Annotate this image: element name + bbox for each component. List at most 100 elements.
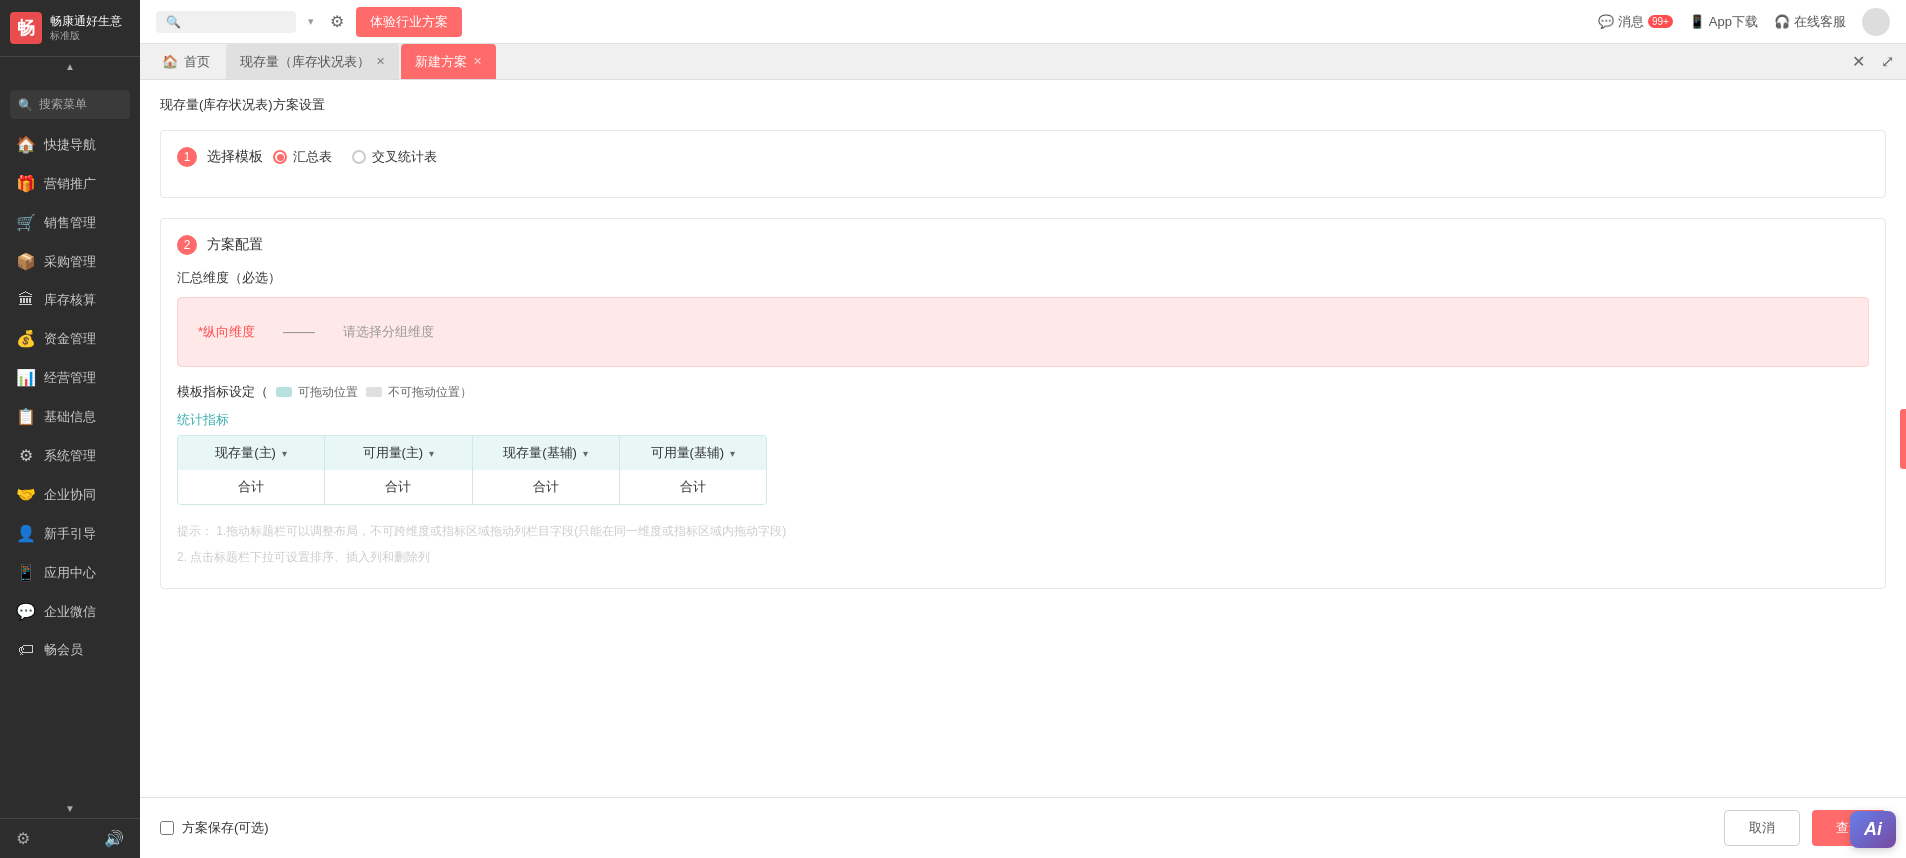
speaker-icon[interactable]: 🔊 <box>104 829 124 848</box>
sidebar-item-label: 经营管理 <box>44 369 96 387</box>
header-cell-current-main[interactable]: 现存量(主) ▾ <box>178 436 325 470</box>
topbar-dropdown-icon[interactable]: ▾ <box>308 15 314 28</box>
user-icon: 👤 <box>16 524 36 543</box>
sidebar-item-sales[interactable]: 🛒 销售管理 <box>0 203 140 242</box>
tag-icon: 🏷 <box>16 641 36 659</box>
main-area: 🔍 ▾ ⚙ 体验行业方案 💬 消息 99+ 📱 App下载 🎧 在线客服 <box>140 0 1906 858</box>
sidebar-item-wechat[interactable]: 💬 企业微信 <box>0 592 140 631</box>
stats-table-body: 合计 合计 合计 合计 <box>178 470 766 504</box>
tab-new-plan-label: 新建方案 <box>415 53 467 71</box>
tab-home[interactable]: 🏠 首页 <box>148 44 224 79</box>
sidebar-item-label: 基础信息 <box>44 408 96 426</box>
settings-bottom-icon[interactable]: ⚙ <box>16 829 30 848</box>
phone-icon: 📱 <box>1689 14 1705 29</box>
customer-service-button[interactable]: 🎧 在线客服 <box>1774 13 1846 31</box>
radio-cross-table[interactable]: 交叉统计表 <box>352 148 437 166</box>
tab-new-plan[interactable]: 新建方案 ✕ <box>401 44 496 79</box>
section2-header: 2 方案配置 <box>177 235 1869 255</box>
cancel-button[interactable]: 取消 <box>1724 810 1800 846</box>
header-cell-available-aux[interactable]: 可用量(基辅) ▾ <box>620 436 766 470</box>
section-plan-config: 2 方案配置 汇总维度（必选） *纵向维度 —— 请选择分组维度 模板指标设定（… <box>160 218 1886 589</box>
panel-title: 现存量(库存状况表)方案设置 <box>160 96 1886 114</box>
sidebar-item-label: 畅会员 <box>44 641 83 659</box>
search-menu-input[interactable]: 🔍 搜索菜单 <box>10 90 130 119</box>
industry-plan-button[interactable]: 体验行业方案 <box>356 7 462 37</box>
sidebar: 畅 畅康通好生意 标准版 ▲ 🔍 搜索菜单 🏠 快捷导航 🎁 营销推广 🛒 销售… <box>0 0 140 858</box>
sidebar-item-label: 新手引导 <box>44 525 96 543</box>
tab-bar: 🏠 首页 现存量（库存状况表） ✕ 新建方案 ✕ ✕ ⤢ <box>140 44 1906 80</box>
app-logo-icon: 畅 <box>10 12 42 44</box>
spacer <box>160 609 1886 629</box>
sidebar-item-label: 采购管理 <box>44 253 96 271</box>
header-available-main-label: 可用量(主) <box>363 444 424 462</box>
app-name: 畅康通好生意 标准版 <box>50 13 122 44</box>
legend-draggable-label: 可拖动位置 <box>298 384 358 401</box>
chevron-down-icon: ▾ <box>730 448 735 459</box>
sidebar-item-enterprise[interactable]: 🤝 企业协同 <box>0 475 140 514</box>
cell-subtotal-4: 合计 <box>620 470 766 504</box>
cell-subtotal-2: 合计 <box>325 470 472 504</box>
sidebar-item-membership[interactable]: 🏷 畅会员 <box>0 631 140 669</box>
section2-title: 方案配置 <box>207 236 263 254</box>
header-current-main-label: 现存量(主) <box>215 444 276 462</box>
sidebar-item-finance[interactable]: 💰 资金管理 <box>0 319 140 358</box>
dimension-placeholder: 请选择分组维度 <box>343 323 434 341</box>
stats-table: 现存量(主) ▾ 可用量(主) ▾ 现存量(基辅) ▾ 可用量(基辅) <box>177 435 767 505</box>
dimension-label: 汇总维度（必选） <box>177 269 1869 287</box>
chart-icon: 📊 <box>16 368 36 387</box>
scroll-down-arrow[interactable]: ▼ <box>0 799 140 818</box>
message-button[interactable]: 💬 消息 99+ <box>1598 13 1673 31</box>
tab-home-label: 首页 <box>184 53 210 71</box>
sidebar-item-label: 系统管理 <box>44 447 96 465</box>
section1-title: 选择模板 <box>207 148 263 166</box>
sidebar-item-purchase[interactable]: 📦 采购管理 <box>0 242 140 281</box>
sidebar-item-operations[interactable]: 📊 经营管理 <box>0 358 140 397</box>
tab-inventory-close-icon[interactable]: ✕ <box>376 55 385 68</box>
topbar-gear-icon[interactable]: ⚙ <box>330 12 344 31</box>
cart-icon: 🛒 <box>16 213 36 232</box>
sidebar-item-basic-info[interactable]: 📋 基础信息 <box>0 397 140 436</box>
legend-fixed-box <box>366 387 382 397</box>
sidebar-item-app-center[interactable]: 📱 应用中心 <box>0 553 140 592</box>
app-download-label: App下载 <box>1709 13 1758 31</box>
tab-expand-panel-button[interactable]: ⤢ <box>1877 50 1898 73</box>
tab-inventory-status[interactable]: 现存量（库存状况表） ✕ <box>226 44 399 79</box>
tab-new-plan-close-icon[interactable]: ✕ <box>473 55 482 68</box>
money-icon: 💰 <box>16 329 36 348</box>
template-radio-group: 汇总表 交叉统计表 <box>273 148 437 166</box>
sidebar-item-inventory[interactable]: 🏛 库存核算 <box>0 281 140 319</box>
radio-summary-circle <box>273 150 287 164</box>
save-checkbox[interactable] <box>160 821 174 835</box>
tab-panel-controls: ✕ ⤢ <box>1848 50 1898 73</box>
topbar-search-box[interactable]: 🔍 <box>156 11 296 33</box>
section-choose-template: 1 选择模板 汇总表 交叉统计表 <box>160 130 1886 198</box>
sidebar-item-label: 应用中心 <box>44 564 96 582</box>
app-download-button[interactable]: 📱 App下载 <box>1689 13 1758 31</box>
scroll-up-arrow[interactable]: ▲ <box>0 57 140 76</box>
sidebar-item-new-guide[interactable]: 👤 新手引导 <box>0 514 140 553</box>
sidebar-item-marketing[interactable]: 🎁 营销推广 <box>0 164 140 203</box>
sidebar-item-label: 销售管理 <box>44 214 96 232</box>
tab-close-panel-button[interactable]: ✕ <box>1848 50 1869 73</box>
legend-draggable-box <box>276 387 292 397</box>
customer-service-label: 在线客服 <box>1794 13 1846 31</box>
resize-handle[interactable] <box>1900 409 1906 469</box>
legend-fixed-label: 不可拖动位置） <box>388 384 472 401</box>
tip-1: 提示： 1.拖动标题栏可以调整布局，不可跨维度或指标区域拖动列栏目字段(只能在同… <box>177 521 1869 543</box>
settings-icon: ⚙ <box>16 446 36 465</box>
header-cell-current-aux[interactable]: 现存量(基辅) ▾ <box>473 436 620 470</box>
save-option: 方案保存(可选) <box>160 819 269 837</box>
sidebar-item-system[interactable]: ⚙ 系统管理 <box>0 436 140 475</box>
header-cell-available-main[interactable]: 可用量(主) ▾ <box>325 436 472 470</box>
save-label: 方案保存(可选) <box>182 819 269 837</box>
legend-fixed: 不可拖动位置） <box>366 384 472 401</box>
header-current-aux-label: 现存量(基辅) <box>503 444 577 462</box>
user-avatar[interactable] <box>1862 8 1890 36</box>
radio-summary-table[interactable]: 汇总表 <box>273 148 332 166</box>
sidebar-item-label: 库存核算 <box>44 291 96 309</box>
dimension-required-area[interactable]: *纵向维度 —— 请选择分组维度 <box>177 297 1869 367</box>
mobile-icon: 📱 <box>16 563 36 582</box>
ai-badge[interactable]: Ai <box>1850 811 1896 848</box>
sidebar-item-quick-nav[interactable]: 🏠 快捷导航 <box>0 125 140 164</box>
sidebar-item-label: 企业协同 <box>44 486 96 504</box>
